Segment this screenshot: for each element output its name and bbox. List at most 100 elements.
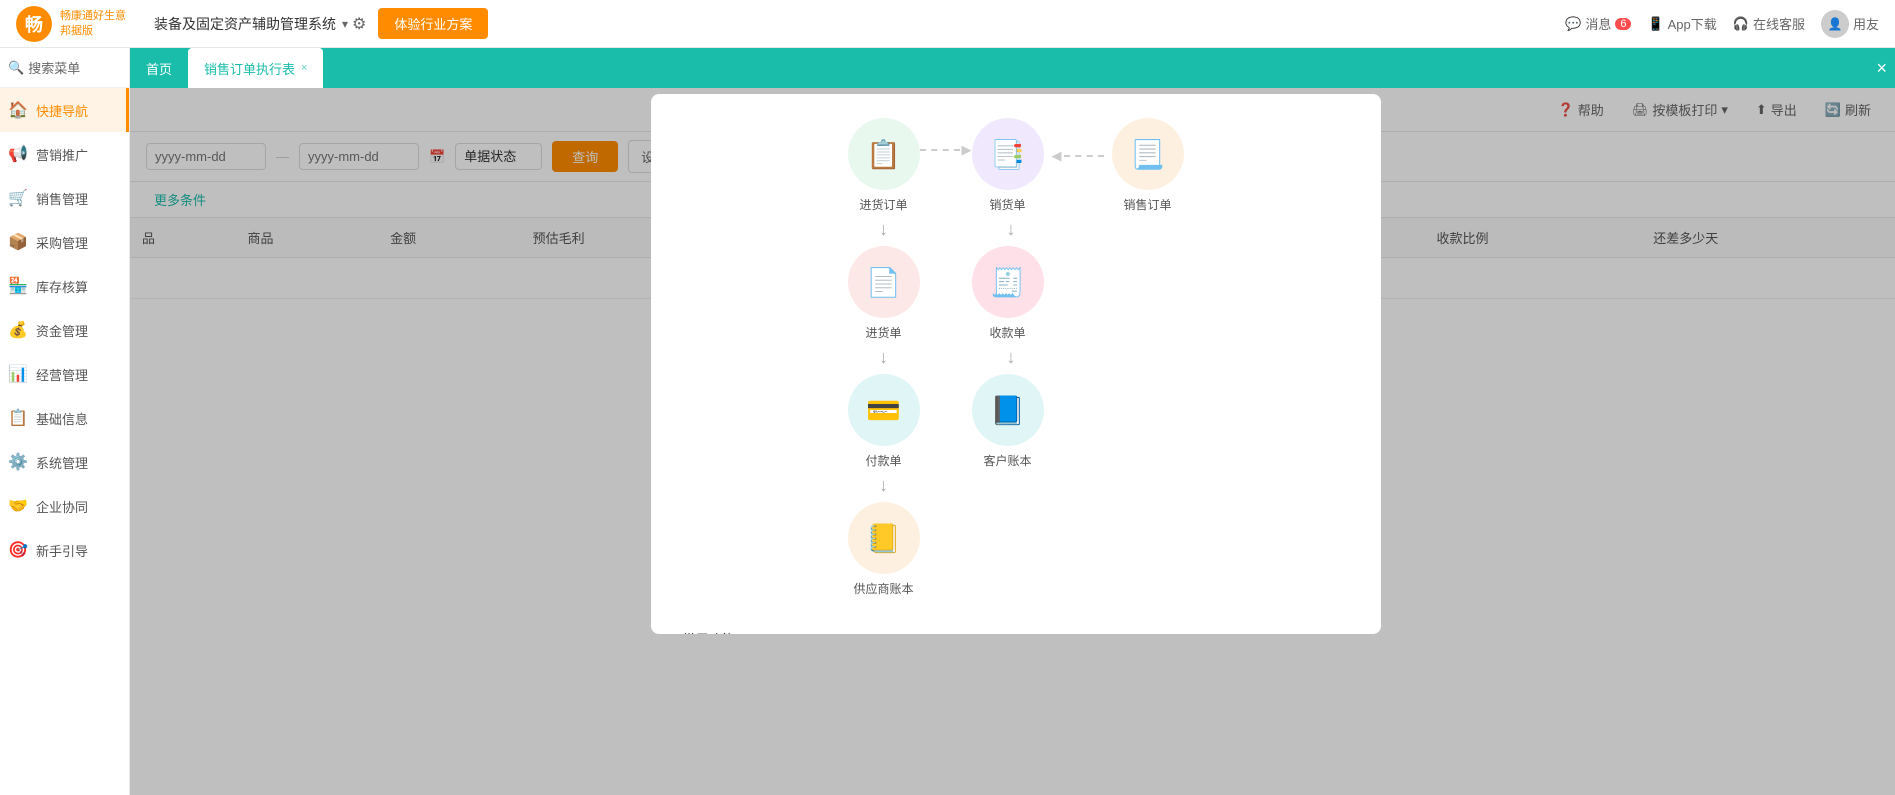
sales-icon: 🛒 — [8, 188, 28, 208]
arrow-down-5: ↓ — [1007, 347, 1016, 368]
customer-account-label: 客户账本 — [983, 452, 1031, 469]
sidebar-item-system[interactable]: ⚙️ 系统管理 — [0, 440, 129, 484]
purchase-order-node[interactable]: 📋 进货订单 — [848, 118, 920, 213]
tab-close-icon[interactable]: × — [301, 62, 307, 74]
avatar: 👤 — [1821, 10, 1849, 38]
search-icon: 🔍 — [8, 60, 24, 76]
system-icon: ⚙️ — [8, 452, 28, 472]
h-arrows: ▶ — [920, 118, 972, 158]
top-row-right: 📑 销货单 ◀ — [972, 118, 1184, 213]
sidebar: 🔍 搜索菜单 🏠 快捷导航 📢 营销推广 🛒 销售管理 📦 采购管理 🏪 — [0, 48, 130, 795]
customer-account-circle: 📘 — [972, 374, 1044, 446]
headset-icon: 🎧 — [1733, 16, 1749, 32]
sidebar-label-inventory: 库存核算 — [36, 277, 88, 296]
sidebar-label-purchase: 采购管理 — [36, 233, 88, 252]
receipt-label: 收款单 — [989, 324, 1025, 341]
inventory-icon: 🏪 — [8, 276, 28, 296]
flow-diagram: 📋 进货订单 ↓ 📄 进货单 ↓ — [683, 118, 1349, 597]
sidebar-label-finance: 资金管理 — [36, 321, 88, 340]
sidebar-label-operations: 经营管理 — [36, 365, 88, 384]
sidebar-item-enterprise[interactable]: 🤝 企业协同 — [0, 484, 129, 528]
h-arrow-2: ◀ — [1052, 148, 1104, 164]
sidebar-item-newcomer[interactable]: 🎯 新手引导 — [0, 528, 129, 572]
message-badge: 6 — [1615, 18, 1631, 30]
sale-order-label: 销售订单 — [1123, 196, 1171, 213]
user-label: 用友 — [1853, 14, 1879, 33]
sidebar-item-base-info[interactable]: 📋 基础信息 — [0, 396, 129, 440]
arrow-down-2: ↓ — [879, 347, 888, 368]
marketing-icon: 📢 — [8, 144, 28, 164]
finance-icon: 💰 — [8, 320, 28, 340]
sale-order-node[interactable]: 📃 销售订单 — [1112, 118, 1184, 213]
purchase-order-label: 进货订单 — [859, 196, 907, 213]
sidebar-item-sales[interactable]: 🛒 销售管理 — [0, 176, 129, 220]
tab-sales-order[interactable]: 销售订单执行表 × — [188, 48, 323, 88]
sidebar-item-finance[interactable]: 💰 资金管理 — [0, 308, 129, 352]
sidebar-label-newcomer: 新手引导 — [36, 541, 88, 560]
app-icon: 📱 — [1647, 16, 1663, 32]
receipt-circle: 🧾 — [972, 246, 1044, 318]
logo-text: 畅康通好生意邦据版 — [60, 9, 126, 38]
common-functions-title: 常用功能 — [683, 629, 1349, 634]
guide-overlay[interactable]: 📋 进货订单 ↓ 📄 进货单 ↓ — [130, 88, 1895, 795]
customer-account-node[interactable]: 📘 客户账本 — [972, 374, 1044, 469]
receipt-node[interactable]: 🧾 收款单 — [972, 246, 1044, 341]
trial-btn[interactable]: 体验行业方案 — [378, 8, 488, 39]
supplier-account-label: 供应商账本 — [853, 580, 913, 597]
purchase-icon: 📦 — [8, 232, 28, 252]
sidebar-label-marketing: 营销推广 — [36, 145, 88, 164]
purchase-bill-circle: 📄 — [848, 246, 920, 318]
guide-panel: 📋 进货订单 ↓ 📄 进货单 ↓ — [651, 94, 1381, 634]
search-label: 搜索菜单 — [28, 58, 80, 77]
sale-bill-label: 销货单 — [989, 196, 1025, 213]
top-right: 💬 消息 6 📱 App下载 🎧 在线客服 👤 用友 — [1565, 10, 1879, 38]
app-download-label: App下载 — [1668, 14, 1717, 33]
sale-order-circle: 📃 — [1112, 118, 1184, 190]
supplier-account-node[interactable]: 📒 供应商账本 — [848, 502, 920, 597]
right-flow-col: 📑 销货单 ◀ — [972, 118, 1184, 469]
sale-order-top: 📑 销货单 ◀ — [972, 118, 1184, 213]
top-bar: 畅 畅康通好生意邦据版 装备及固定资产辅助管理系统 ▾ ⚙ 体验行业方案 💬 消… — [0, 0, 1895, 48]
online-service-item[interactable]: 🎧 在线客服 — [1733, 14, 1805, 33]
search-menu[interactable]: 🔍 搜索菜单 — [0, 48, 129, 88]
logo-icon: 畅 — [16, 6, 52, 42]
home-icon: 🏠 — [8, 100, 28, 120]
sidebar-label-system: 系统管理 — [36, 453, 88, 472]
online-service-label: 在线客服 — [1753, 14, 1805, 33]
sidebar-item-purchase[interactable]: 📦 采购管理 — [0, 220, 129, 264]
sale-bill-node[interactable]: 📑 销货单 — [972, 118, 1044, 213]
arrow-down-3: ↓ — [879, 475, 888, 496]
arrow-down-4: ↓ — [1007, 219, 1016, 240]
sidebar-item-operations[interactable]: 📊 经营管理 — [0, 352, 129, 396]
common-functions: 常用功能 商品 往来单位 现存量(库存状况表) 现存量(库存分布表) 销售毛利分… — [683, 629, 1349, 634]
app-download-item[interactable]: 📱 App下载 — [1647, 14, 1716, 33]
tab-home[interactable]: 首页 — [130, 48, 188, 88]
purchase-bill-node[interactable]: 📄 进货单 — [848, 246, 920, 341]
operations-icon: 📊 — [8, 364, 28, 384]
sidebar-label-enterprise: 企业协同 — [36, 497, 88, 516]
sidebar-label-quick-nav: 快捷导航 — [36, 101, 88, 120]
message-item[interactable]: 💬 消息 6 — [1565, 14, 1631, 33]
sidebar-item-inventory[interactable]: 🏪 库存核算 — [0, 264, 129, 308]
tab-sales-order-label: 销售订单执行表 — [204, 59, 295, 78]
sidebar-label-sales: 销售管理 — [36, 189, 88, 208]
sidebar-item-marketing[interactable]: 📢 营销推广 — [0, 132, 129, 176]
purchase-order-circle: 📋 — [848, 118, 920, 190]
message-icon: 💬 — [1565, 16, 1581, 32]
enterprise-icon: 🤝 — [8, 496, 28, 516]
page-content: ❓ 帮助 🖨 按模板打印 ▾ ⬆ 导出 🔄 — [130, 88, 1895, 795]
sidebar-label-base-info: 基础信息 — [36, 409, 88, 428]
user-item[interactable]: 👤 用友 — [1821, 10, 1879, 38]
message-label: 消息 — [1585, 14, 1611, 33]
system-dropdown-btn[interactable]: ▾ — [342, 17, 348, 31]
settings-icon[interactable]: ⚙ — [352, 14, 366, 34]
newcomer-icon: 🎯 — [8, 540, 28, 560]
h-arrow-1: ▶ — [920, 142, 972, 158]
sale-bill-circle: 📑 — [972, 118, 1044, 190]
close-window-btn[interactable]: × — [1876, 58, 1895, 79]
payment-node[interactable]: 💳 付款单 — [848, 374, 920, 469]
content-area: 首页 销售订单执行表 × × ❓ 帮助 — [130, 48, 1895, 795]
logo-area: 畅 畅康通好生意邦据版 — [16, 6, 146, 42]
sidebar-item-quick-nav[interactable]: 🏠 快捷导航 — [0, 88, 129, 132]
payment-label: 付款单 — [865, 452, 901, 469]
